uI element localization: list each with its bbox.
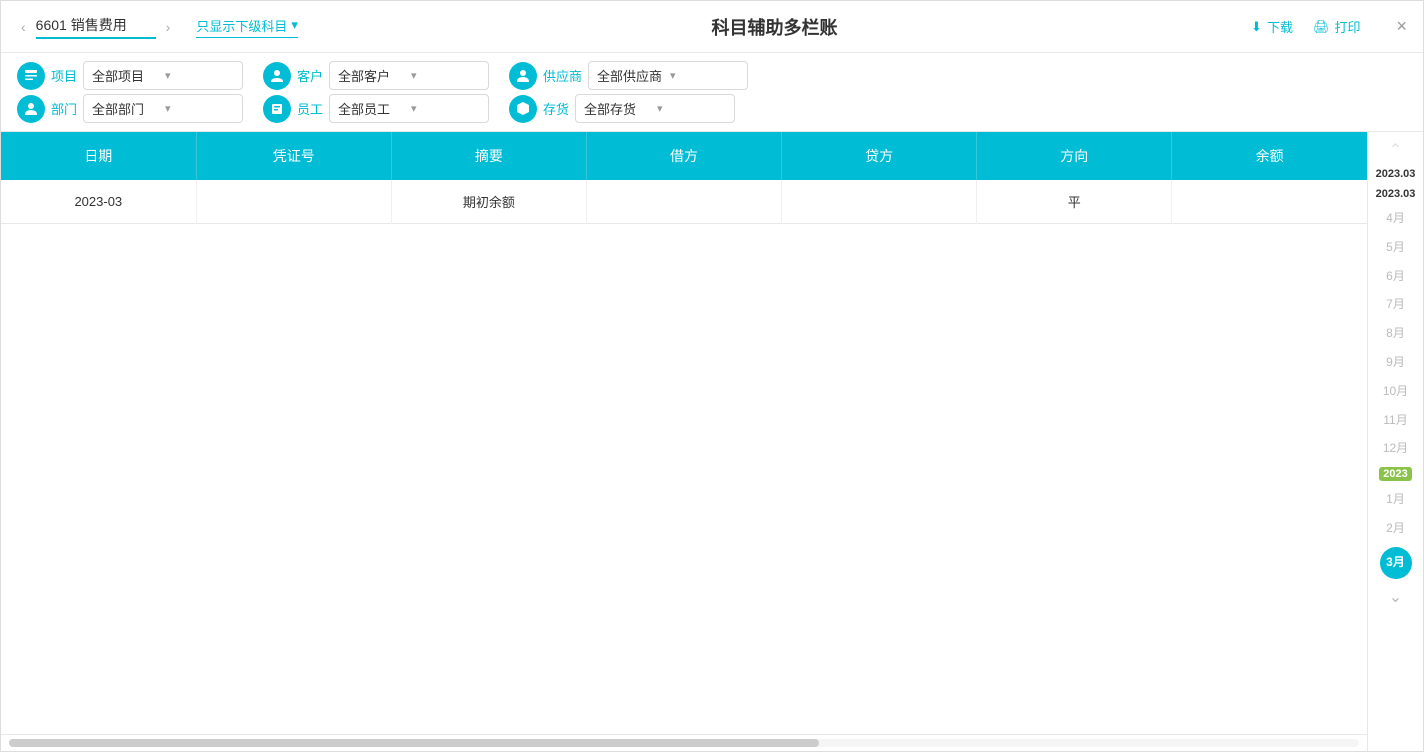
customer-select[interactable]: 全部客户 ▾ [329,61,489,90]
timeline-month-1[interactable]: 1月 [1368,485,1423,514]
main-area: 日期 凭证号 摘要 借方 贷方 方向 余额 2023-03 期初余额 [1,132,1423,751]
download-btn[interactable]: ⬇ 下载 [1251,17,1293,36]
col-voucher: 凭证号 [196,132,391,180]
timeline-down-arrow[interactable]: ⌄ [1385,583,1406,611]
supplier-icon [509,62,537,90]
timeline-month-8[interactable]: 8月 [1368,319,1423,348]
project-select-value: 全部项目 [92,66,161,85]
inventory-select-arrow: ▾ [657,102,726,115]
supplier-select-arrow: ▾ [670,69,739,82]
timeline-up-arrow[interactable]: ⌃ [1385,136,1406,164]
project-select[interactable]: 全部项目 ▾ [83,61,243,90]
employee-select[interactable]: 全部员工 ▾ [329,94,489,123]
employee-select-value: 全部员工 [338,99,407,118]
filter-inventory-group: 存货 全部存货 ▾ [509,94,735,123]
supplier-select[interactable]: 全部供应商 ▾ [588,61,748,90]
timeline-month-7[interactable]: 7月 [1368,290,1423,319]
filter-project-group: 项目 全部项目 ▾ [17,61,243,90]
customer-select-value: 全部客户 [338,66,407,85]
filter-employee-group: 员工 全部员工 ▾ [263,94,489,123]
timeline-month-9[interactable]: 9月 [1368,348,1423,377]
download-label: 下载 [1267,17,1293,36]
filter-row-1: 项目 全部项目 ▾ 客户 全部客户 ▾ [17,61,1407,90]
project-select-arrow: ▾ [165,69,234,82]
timeline-month-6[interactable]: 6月 [1368,262,1423,291]
cell-balance [1172,180,1367,224]
nav-next-btn[interactable]: › [162,17,175,37]
filter-department-group: 部门 全部部门 ▾ [17,94,243,123]
timeline-month-3-active[interactable]: 3月 [1380,547,1412,579]
customer-label: 客户 [297,66,323,85]
header-actions: ⬇ 下载 🖨 打印 × [1251,16,1407,37]
table-empty-space [1,224,1367,734]
inventory-icon [509,95,537,123]
table-header-row: 日期 凭证号 摘要 借方 贷方 方向 余额 [1,132,1367,180]
department-select[interactable]: 全部部门 ▾ [83,94,243,123]
filter-customer-group: 客户 全部客户 ▾ [263,61,489,90]
show-sub-btn[interactable]: 只显示下级科目 ▾ [196,16,298,38]
page-title: 科目辅助多栏账 [298,14,1251,40]
project-icon [17,62,45,90]
print-label: 打印 [1334,17,1360,36]
employee-icon [263,95,291,123]
timeline-month-2[interactable]: 2月 [1368,514,1423,543]
col-debit: 借方 [586,132,781,180]
inventory-select[interactable]: 全部存货 ▾ [575,94,735,123]
department-icon [17,95,45,123]
department-label: 部门 [51,99,77,118]
scroll-thumb [9,739,819,747]
timeline-month-11[interactable]: 11月 [1368,406,1423,435]
filter-row-2: 部门 全部部门 ▾ 员工 全部员工 ▾ [17,94,1407,123]
department-select-arrow: ▾ [165,102,234,115]
cell-debit [586,180,781,224]
timeline-month-10[interactable]: 10月 [1368,377,1423,406]
filter-supplier-group: 供应商 全部供应商 ▾ [509,61,748,90]
inventory-label: 存货 [543,99,569,118]
employee-select-arrow: ▾ [411,102,480,115]
timeline-year-badge: 2023 [1379,467,1411,481]
filter-section: 项目 全部项目 ▾ 客户 全部客户 ▾ [1,53,1423,132]
nav-prev-btn[interactable]: ‹ [17,17,30,37]
show-sub-label: 只显示下级科目 [196,16,287,35]
timeline-month-5[interactable]: 5月 [1368,233,1423,262]
print-btn[interactable]: 🖨 打印 [1313,17,1361,36]
timeline-sidebar: ⌃ 2023.03 2023.03 4月 5月 6月 7月 8月 9月 10月 … [1367,132,1423,751]
download-icon: ⬇ [1251,19,1262,35]
col-credit: 贷方 [782,132,977,180]
employee-label: 员工 [297,99,323,118]
supplier-label: 供应商 [543,66,582,85]
col-direction: 方向 [977,132,1172,180]
timeline-header-1: 2023.03 [1374,164,1418,184]
customer-icon [263,62,291,90]
supplier-select-value: 全部供应商 [597,66,666,85]
cell-direction: 平 [977,180,1172,224]
cell-credit [782,180,977,224]
header-left: ‹ 6601 销售费用 › 只显示下级科目 ▾ [17,15,298,39]
header-bar: ‹ 6601 销售费用 › 只显示下级科目 ▾ 科目辅助多栏账 ⬇ 下载 🖨 打… [1,1,1423,53]
table-row: 2023-03 期初余额 平 [1,180,1367,224]
print-icon: 🖨 [1313,19,1330,35]
timeline-month-12[interactable]: 12月 [1368,434,1423,463]
close-btn[interactable]: × [1396,16,1407,37]
data-table: 日期 凭证号 摘要 借方 贷方 方向 余额 2023-03 期初余额 [1,132,1367,224]
project-label: 项目 [51,66,77,85]
inventory-select-value: 全部存货 [584,99,653,118]
cell-voucher [196,180,391,224]
customer-select-arrow: ▾ [411,69,480,82]
cell-date: 2023-03 [1,180,196,224]
timeline-header-2: 2023.03 [1374,184,1418,204]
scroll-bar[interactable] [9,739,1359,747]
timeline-month-4[interactable]: 4月 [1368,204,1423,233]
col-balance: 余额 [1172,132,1367,180]
col-date: 日期 [1,132,196,180]
scroll-bar-container [1,734,1367,751]
col-summary: 摘要 [391,132,586,180]
department-select-value: 全部部门 [92,99,161,118]
main-window: ‹ 6601 销售费用 › 只显示下级科目 ▾ 科目辅助多栏账 ⬇ 下载 🖨 打… [0,0,1424,752]
cell-summary: 期初余额 [391,180,586,224]
table-area: 日期 凭证号 摘要 借方 贷方 方向 余额 2023-03 期初余额 [1,132,1367,751]
account-code-label: 6601 销售费用 [36,15,156,39]
